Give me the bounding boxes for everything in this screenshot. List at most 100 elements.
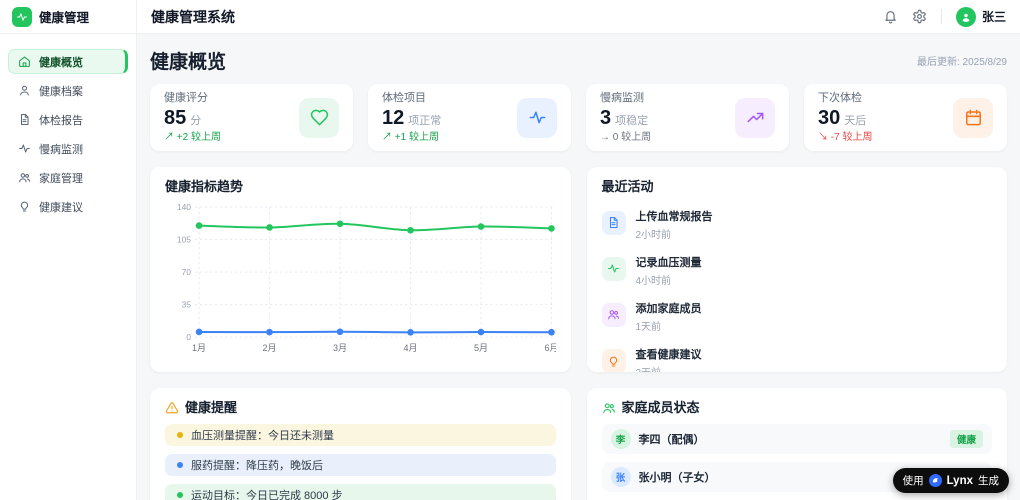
member-avatar: 李 (610, 428, 631, 449)
recent-activity-card: 最近活动 上传血常规报告 2小时前 记录血压测量 4小时前 添加家庭成员 1天前… (586, 167, 1007, 372)
file-text-icon (601, 210, 626, 235)
activity-time: 1天前 (635, 322, 662, 334)
page-head: 健康概览 最后更新: 2025/8/29 (150, 47, 1007, 73)
svg-text:6月: 6月 (544, 343, 555, 353)
health-reminders-card: 健康提醒 血压测量提醒：今日还未测量 服药提醒：降压药，晚饭后 运动目标：今日已… (150, 388, 571, 500)
header-actions: 张三 (883, 6, 1006, 27)
stat-unit: 天后 (844, 114, 867, 127)
home-icon (18, 55, 31, 68)
settings-button[interactable] (912, 9, 927, 24)
trend-chart-card: 健康指标趋势 0 35 70 105 140 1月 2月 3月 4月 5月 6月 (150, 167, 571, 372)
app-logo: 健康管理 (0, 0, 136, 34)
activity-item-report[interactable]: 上传血常规报告 2小时前 (601, 210, 993, 241)
svg-text:3月: 3月 (333, 343, 347, 353)
trend-text: +1 较上周 (394, 131, 439, 143)
header-title: 健康管理系统 (151, 8, 235, 25)
reminder-pill-exercise[interactable]: 运动目标：今日已完成 8000 步 (165, 483, 556, 500)
activity-title: 记录血压测量 (635, 256, 702, 269)
stat-value: 30 (818, 106, 841, 129)
lightbulb-icon (601, 349, 626, 372)
sidebar-item-records[interactable]: 健康档案 (8, 78, 128, 103)
svg-text:4月: 4月 (404, 343, 418, 353)
svg-text:105: 105 (177, 234, 191, 244)
sidebar-nav: 健康概览 健康档案 体检报告 慢病监测 家庭管理 健康建议 (0, 34, 136, 238)
trending-up-icon (735, 97, 775, 138)
user-icon (18, 84, 31, 97)
sidebar-item-label: 慢病监测 (39, 143, 83, 156)
member-name: 李四（配偶） (638, 433, 705, 446)
activity-time: 4小时前 (635, 275, 672, 287)
activity-title: 上传血常规报告 (635, 210, 713, 223)
gear-icon (912, 9, 927, 24)
family-title: 家庭成员状态 (621, 400, 700, 415)
family-member-row-lisi[interactable]: 李 李四（配偶） 健康 (601, 423, 992, 454)
sidebar-item-label: 家庭管理 (39, 172, 83, 185)
activity-icon (517, 97, 557, 138)
sidebar-item-reports[interactable]: 体检报告 (8, 107, 128, 132)
svg-text:0: 0 (186, 332, 191, 342)
main-content: 健康概览 最后更新: 2025/8/29 健康评分 85 分 ↗ +2 较上周 体… (137, 34, 1020, 500)
trend-arrow-icon: → (600, 131, 610, 143)
svg-text:70: 70 (182, 267, 192, 277)
status-dot-icon (177, 431, 183, 438)
heart-icon (299, 97, 339, 138)
activity-time: 2天前 (636, 364, 702, 372)
reminder-text: 运动目标：今日已完成 8000 步 (191, 489, 343, 500)
bottom-row: 健康提醒 血压测量提醒：今日还未测量 服药提醒：降压药，晚饭后 运动目标：今日已… (150, 388, 1007, 500)
stat-trend: ↗ +2 较上周 (164, 132, 221, 143)
users-icon (602, 401, 616, 415)
stat-label: 下次体检 (818, 92, 862, 105)
trend-text: +2 较上周 (176, 131, 221, 143)
activity-item-bp[interactable]: 记录血压测量 4小时前 (601, 256, 993, 287)
reminder-text: 服药提醒：降压药，晚饭后 (191, 459, 323, 472)
chart-title: 健康指标趋势 (165, 179, 244, 194)
activity-item-advice[interactable]: 查看健康建议 2天前 (601, 349, 993, 372)
stat-card-checkup[interactable]: 体检项目 12 项正常 ↗ +1 较上周 (368, 84, 571, 151)
sidebar-item-overview[interactable]: 健康概览 (8, 49, 128, 74)
reminder-pill-medicine[interactable]: 服药提醒：降压药，晚饭后 (165, 453, 556, 476)
sidebar-item-label: 健康建议 (39, 201, 83, 214)
user-menu[interactable]: 张三 (955, 6, 1006, 27)
file-text-icon (18, 113, 31, 126)
avatar (955, 6, 976, 27)
sidebar-item-label: 健康档案 (39, 85, 83, 98)
stat-card-next-checkup[interactable]: 下次体检 30 天后 ↘ -7 较上周 (804, 84, 1007, 151)
stat-trend: ↗ +1 较上周 (382, 132, 441, 143)
stat-value: 3 (600, 106, 612, 129)
sidebar-item-advice[interactable]: 健康建议 (8, 194, 128, 219)
top-header: 健康管理系统 张三 (137, 0, 1020, 34)
notifications-button[interactable] (883, 9, 898, 24)
member-avatar: 张 (610, 466, 631, 487)
trend-text: 0 较上周 (612, 131, 652, 143)
stat-unit: 分 (190, 114, 202, 127)
calendar-icon (953, 97, 993, 138)
users-icon (601, 302, 626, 327)
activity-item-member[interactable]: 添加家庭成员 1天前 (601, 302, 993, 334)
activity-title: 查看健康建议 (635, 349, 702, 362)
svg-text:5月: 5月 (474, 343, 488, 353)
stat-label: 体检项目 (382, 92, 426, 105)
activity-icon (601, 256, 626, 281)
lynx-logo-icon (928, 474, 942, 487)
bell-icon (883, 9, 898, 24)
trend-arrow-icon: ↗ (382, 131, 392, 143)
stat-unit: 项正常 (408, 114, 442, 127)
activity-time: 2小时前 (635, 229, 672, 241)
sidebar-item-chronic[interactable]: 慢病监测 (8, 136, 128, 161)
lynx-badge[interactable]: 使用 Lynx 生成 (892, 468, 1009, 493)
activity-logo-icon (12, 6, 32, 27)
stat-card-score[interactable]: 健康评分 85 分 ↗ +2 较上周 (150, 84, 353, 151)
stat-trend: → 0 较上周 (600, 132, 651, 143)
sidebar-item-family[interactable]: 家庭管理 (8, 165, 128, 190)
lynx-prefix: 使用 (902, 475, 924, 487)
app-logo-label: 健康管理 (39, 11, 90, 25)
recent-activity-title: 最近活动 (601, 179, 654, 194)
stat-card-chronic[interactable]: 慢病监测 3 项稳定 → 0 较上周 (586, 84, 789, 151)
trend-arrow-icon: ↘ (818, 131, 828, 143)
page-title: 健康概览 (150, 51, 227, 73)
stat-label: 慢病监测 (600, 92, 644, 105)
stat-value: 85 (164, 106, 187, 129)
svg-text:140: 140 (177, 202, 191, 212)
reminder-pill-bp[interactable]: 血压测量提醒：今日还未测量 (165, 423, 556, 446)
stat-label: 健康评分 (164, 92, 208, 105)
